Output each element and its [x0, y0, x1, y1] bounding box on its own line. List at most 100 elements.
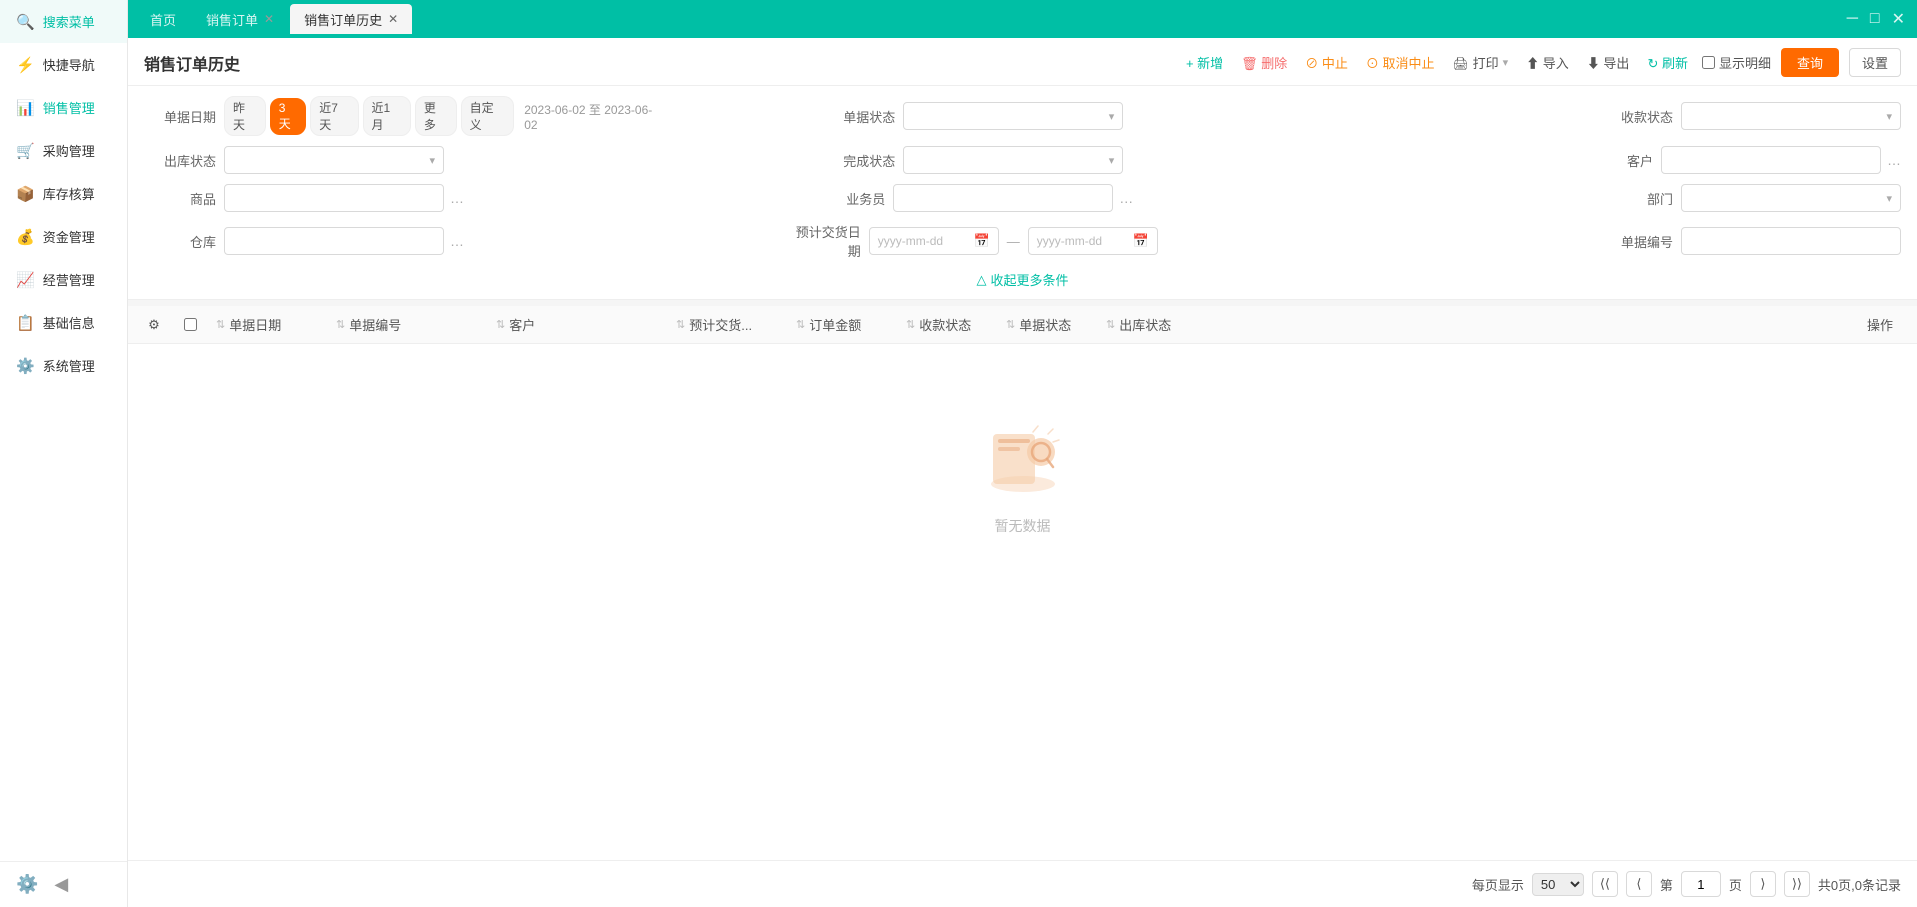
delivery-start-input[interactable]: yyyy-mm-dd 📅	[869, 227, 999, 255]
th-checkbox[interactable]	[172, 318, 208, 331]
display-detail-input[interactable]	[1702, 56, 1715, 69]
sidebar-item-search[interactable]: 🔍 搜索菜单	[0, 0, 127, 43]
sidebar-item-ops[interactable]: 📈 经营管理	[0, 258, 127, 301]
table-area: ⚙ ⇅ 单据日期 ⇅ 单据编号 ⇅ 客户 ⇅ 预计交货...	[128, 306, 1917, 860]
refresh-button[interactable]: ↻ 刷新	[1643, 51, 1692, 74]
empty-text: 暂无数据	[995, 516, 1051, 536]
page-input[interactable]	[1681, 871, 1721, 897]
select-all-checkbox[interactable]	[184, 318, 197, 331]
last-page-button[interactable]: ⟩⟩	[1784, 871, 1810, 897]
out-status-label: 出库状态	[144, 151, 224, 170]
date-btn-custom[interactable]: 自定义	[461, 96, 515, 136]
sidebar-item-label: 销售管理	[43, 98, 95, 117]
print-arrow-icon: ▾	[1503, 56, 1509, 69]
sidebar-item-label: 系统管理	[43, 356, 95, 375]
th-delivery[interactable]: ⇅ 预计交货...	[668, 315, 788, 334]
tab-sales-order-history[interactable]: 销售订单历史 ✕	[290, 4, 412, 34]
delivery-start-cal-icon[interactable]: 📅	[974, 233, 990, 249]
filter-row-2: 出库状态 ▾ 完成状态 ▾ 客户	[144, 146, 1901, 174]
tab-history-label: 销售订单历史	[304, 10, 382, 29]
sidebar-item-purchase[interactable]: 🛒 采购管理	[0, 129, 127, 172]
next-page-button[interactable]: ⟩	[1750, 871, 1776, 897]
tab-sales-order-close[interactable]: ✕	[264, 12, 274, 26]
salesperson-input[interactable]	[893, 184, 1113, 212]
system-icon: ⚙️	[16, 357, 35, 375]
complete-status-arrow: ▾	[1109, 154, 1115, 167]
th-amount[interactable]: ⇅ 订单金额	[788, 315, 898, 334]
delivery-end-cal-icon[interactable]: 📅	[1133, 233, 1149, 249]
th-out-status[interactable]: ⇅ 出库状态	[1098, 315, 1208, 334]
date-btn-more[interactable]: 更多	[415, 96, 457, 136]
query-button[interactable]: 查询	[1781, 48, 1839, 77]
warehouse-filter: …	[224, 227, 664, 255]
date-buttons: 昨天 3天 近7天 近1月 更多 自定义 2023-06-02 至 2023-0…	[224, 96, 664, 136]
window-close-icon[interactable]: ✕	[1888, 7, 1909, 31]
product-input[interactable]	[224, 184, 444, 212]
prev-page-button[interactable]: ⟨	[1626, 871, 1652, 897]
per-page-select[interactable]: 50 10 20 100	[1532, 873, 1584, 896]
sidebar-item-label: 快捷导航	[43, 55, 95, 74]
th-settings[interactable]: ⚙	[136, 317, 172, 333]
warehouse-input[interactable]	[224, 227, 444, 255]
warehouse-dots-icon[interactable]: …	[450, 233, 464, 249]
complete-status-select[interactable]: ▾	[903, 146, 1123, 174]
date-btn-yesterday[interactable]: 昨天	[224, 96, 266, 136]
first-page-button[interactable]: ⟨⟨	[1592, 871, 1618, 897]
sidebar-item-quicknav[interactable]: ⚡ 快捷导航	[0, 43, 127, 86]
sidebar-item-basic[interactable]: 📋 基础信息	[0, 301, 127, 344]
product-dots-icon[interactable]: …	[450, 190, 464, 206]
date-dash: —	[1007, 234, 1020, 249]
tab-home-label: 首页	[150, 10, 176, 29]
customer-dots-icon[interactable]: …	[1887, 152, 1901, 168]
print-button[interactable]: 🖨 打印 ▾	[1449, 51, 1513, 74]
date-btn-3days[interactable]: 3天	[270, 98, 306, 135]
collapse-row[interactable]: △ 收起更多条件	[144, 270, 1901, 289]
complete-status-label: 完成状态	[823, 151, 903, 170]
customer-input[interactable]	[1661, 146, 1881, 174]
topbar-right: ─ □ ✕	[1843, 7, 1909, 31]
sidebar-item-system[interactable]: ⚙️ 系统管理	[0, 344, 127, 387]
sidebar-item-label: 库存核算	[43, 184, 95, 203]
sidebar-item-fund[interactable]: 💰 资金管理	[0, 215, 127, 258]
add-button[interactable]: + 新增	[1182, 51, 1227, 74]
th-date[interactable]: ⇅ 单据日期	[208, 315, 328, 334]
sidebar-item-sales[interactable]: 📊 销售管理	[0, 86, 127, 129]
import-button[interactable]: ⬆ 导入	[1522, 51, 1573, 74]
doc-status-arrow: ▾	[1109, 110, 1115, 123]
salesperson-dots-icon[interactable]: …	[1119, 190, 1133, 206]
th-pay-status[interactable]: ⇅ 收款状态	[898, 315, 998, 334]
export-button[interactable]: ⬇ 导出	[1583, 51, 1634, 74]
delivery-end-input[interactable]: yyyy-mm-dd 📅	[1028, 227, 1158, 255]
out-status-select[interactable]: ▾	[224, 146, 444, 174]
window-maximize-icon[interactable]: □	[1866, 8, 1884, 30]
tab-sales-order[interactable]: 销售订单 ✕	[192, 4, 288, 34]
tab-history-close[interactable]: ✕	[388, 12, 398, 26]
main-area: 首页 销售订单 ✕ 销售订单历史 ✕ ─ □ ✕ 销售订单历史 + 新增 🗑 删…	[128, 0, 1917, 907]
window-minimize-icon[interactable]: ─	[1843, 8, 1862, 30]
delete-button[interactable]: 🗑 删除	[1237, 51, 1291, 74]
dept-select[interactable]: ▾	[1681, 184, 1901, 212]
filter-row-4: 仓库 … 预计交货日期 yyyy-mm-dd 📅 —	[144, 222, 1901, 260]
stop-button[interactable]: ⊘ 中止	[1301, 51, 1352, 74]
date-btn-1month[interactable]: 近1月	[363, 96, 411, 136]
filter-row-1: 单据日期 昨天 3天 近7天 近1月 更多 自定义 2023-06-02 至 2…	[144, 96, 1901, 136]
salesperson-label: 业务员	[813, 189, 893, 208]
display-detail-checkbox[interactable]: 显示明细	[1702, 53, 1771, 72]
settings-bottom-icon[interactable]: ⚙️	[16, 874, 38, 895]
sidebar-item-inventory[interactable]: 📦 库存核算	[0, 172, 127, 215]
th-customer[interactable]: ⇅ 客户	[488, 315, 668, 334]
doc-status-select[interactable]: ▾	[903, 102, 1123, 130]
collapse-sidebar-icon[interactable]: ◀	[54, 874, 68, 895]
th-doc-status[interactable]: ⇅ 单据状态	[998, 315, 1098, 334]
cancel-stop-button[interactable]: ⊙ 取消中止	[1362, 51, 1439, 74]
date-btn-7days[interactable]: 近7天	[310, 96, 358, 136]
th-no[interactable]: ⇅ 单据编号	[328, 315, 488, 334]
sidebar-item-label: 基础信息	[43, 313, 95, 332]
setting-button[interactable]: 设置	[1849, 48, 1901, 77]
payment-status-select[interactable]: ▾	[1681, 102, 1901, 130]
th-ops: 操作	[1208, 315, 1909, 334]
basic-icon: 📋	[16, 314, 35, 332]
sort-icon-date: ⇅	[216, 318, 225, 331]
tab-home[interactable]: 首页	[136, 4, 190, 34]
doc-no-input[interactable]	[1681, 227, 1901, 255]
